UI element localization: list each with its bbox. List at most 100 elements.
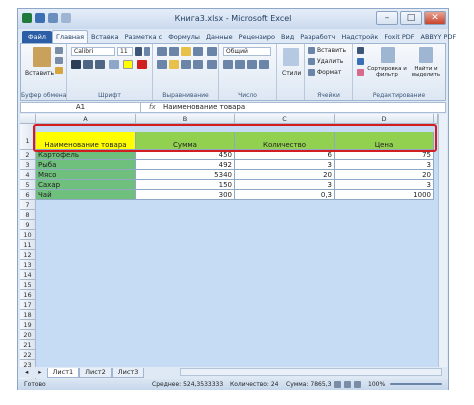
delete-cells-label[interactable]: Удалить [317,58,343,65]
horizontal-scrollbar[interactable] [180,368,442,376]
tab-developer[interactable]: Разработч [297,31,338,43]
sort-filter-icon[interactable] [381,47,395,63]
borders-icon[interactable] [109,60,119,69]
zoom-slider[interactable] [390,383,442,385]
row-header-7[interactable]: 7 [20,200,36,210]
underline-icon[interactable] [95,60,105,69]
fill-icon[interactable] [357,58,364,65]
normal-view-icon[interactable] [334,381,341,388]
tab-insert[interactable]: Вставка [88,31,122,43]
row-header-22[interactable]: 22 [20,350,36,360]
delete-cells-icon[interactable] [308,58,315,65]
paste-icon[interactable] [33,47,51,67]
row-header-13[interactable]: 13 [20,260,36,270]
merge-icon[interactable] [207,60,217,69]
grow-font-icon[interactable] [135,47,142,56]
number-cell[interactable]: 3 [335,180,434,190]
row-header-20[interactable]: 20 [20,330,36,340]
number-format-select[interactable]: Общий [223,47,271,56]
number-cell[interactable]: 5340 [136,170,235,180]
name-box[interactable]: A1 [21,103,141,112]
font-name-select[interactable]: Calibri [71,47,115,56]
row-header-3[interactable]: 3 [20,160,36,170]
sheet-tab-2[interactable]: Лист2 [79,367,112,378]
row-header-16[interactable]: 16 [20,290,36,300]
format-cells-icon[interactable] [308,69,315,76]
row-header-14[interactable]: 14 [20,270,36,280]
sheet-tab-1[interactable]: Лист1 [46,367,80,378]
row-header-5[interactable]: 5 [20,180,36,190]
number-cell[interactable]: 1000 [335,190,434,200]
find-select-icon[interactable] [419,47,433,63]
format-painter-icon[interactable] [55,67,63,74]
sort-filter-label[interactable]: Сортировка и фильтр [367,66,407,78]
tab-addins[interactable]: Надстройк [338,31,381,43]
row-header-17[interactable]: 17 [20,300,36,310]
find-select-label[interactable]: Найти и выделить [407,66,445,78]
paste-label[interactable]: Вставить [25,70,54,77]
align-top-icon[interactable] [157,47,167,56]
decimal-icon[interactable] [259,60,269,69]
formula-input[interactable]: Наименование товара [163,103,245,112]
sheet-tab-3[interactable]: Лист3 [111,367,145,378]
product-name-cell[interactable]: Чай [36,190,136,200]
product-name-cell[interactable]: Рыба [36,160,136,170]
page-break-view-icon[interactable] [354,381,361,388]
number-cell[interactable]: 3 [235,180,335,190]
insert-cells-icon[interactable] [308,47,315,54]
number-cell[interactable]: 20 [335,170,434,180]
styles-icon[interactable] [283,48,299,66]
thousands-icon[interactable] [247,60,257,69]
fx-icon[interactable]: fx [149,103,156,112]
fill-color-icon[interactable] [123,60,133,69]
wrap-text-icon[interactable] [207,47,217,56]
orientation-icon[interactable] [193,47,203,56]
maximize-button[interactable]: □ [400,11,422,25]
number-cell[interactable]: 150 [136,180,235,190]
cut-icon[interactable] [55,47,63,54]
worksheet-grid[interactable]: A B C D 1 2 3 4 5 6 7 8 9 10 11 12 13 14 15 16 17 18 19 20 2… [20,114,438,380]
shrink-font-icon[interactable] [144,47,150,56]
tab-file[interactable]: Файл [22,31,52,43]
font-size-select[interactable]: 11 [117,47,133,56]
sheet-nav-last[interactable]: ▸ [33,368,46,378]
row-header-9[interactable]: 9 [20,220,36,230]
indent-icon[interactable] [193,60,203,69]
align-middle-icon[interactable] [169,47,179,56]
font-color-icon[interactable] [137,60,147,69]
align-bottom-icon[interactable] [181,47,191,56]
align-right-icon[interactable] [181,60,191,69]
tab-foxit-pdf[interactable]: Foxit PDF [381,31,417,43]
number-cell[interactable]: 3 [335,160,434,170]
zoom-level[interactable]: 100% [368,381,385,388]
clear-icon[interactable] [357,69,364,76]
align-center-icon[interactable] [169,60,179,69]
tab-abbyy-pdf[interactable]: ABBYY PDF [418,31,460,43]
row-header-10[interactable]: 10 [20,230,36,240]
align-left-icon[interactable] [157,60,167,69]
sheet-nav-first[interactable]: ◂ [20,368,33,378]
minimize-button[interactable]: – [376,11,398,25]
percent-icon[interactable] [235,60,245,69]
tab-view[interactable]: Вид [278,31,297,43]
row-header-15[interactable]: 15 [20,280,36,290]
currency-icon[interactable] [223,60,233,69]
product-name-cell[interactable]: Сахар [36,180,136,190]
select-all-corner[interactable] [20,114,36,124]
row-header-12[interactable]: 12 [20,250,36,260]
row-header-8[interactable]: 8 [20,210,36,220]
vertical-scrollbar[interactable] [438,114,447,367]
autosum-icon[interactable] [357,47,364,54]
number-cell[interactable]: 20 [235,170,335,180]
number-cell[interactable]: 3 [235,160,335,170]
row-header-11[interactable]: 11 [20,240,36,250]
column-header-c[interactable]: C [235,114,335,124]
product-name-cell[interactable]: Мясо [36,170,136,180]
number-cell[interactable]: 300 [136,190,235,200]
italic-icon[interactable] [83,60,93,69]
row-header-21[interactable]: 21 [20,340,36,350]
tab-home[interactable]: Главная [51,30,89,43]
row-header-18[interactable]: 18 [20,310,36,320]
page-layout-view-icon[interactable] [344,381,351,388]
number-cell[interactable]: 0,3 [235,190,335,200]
